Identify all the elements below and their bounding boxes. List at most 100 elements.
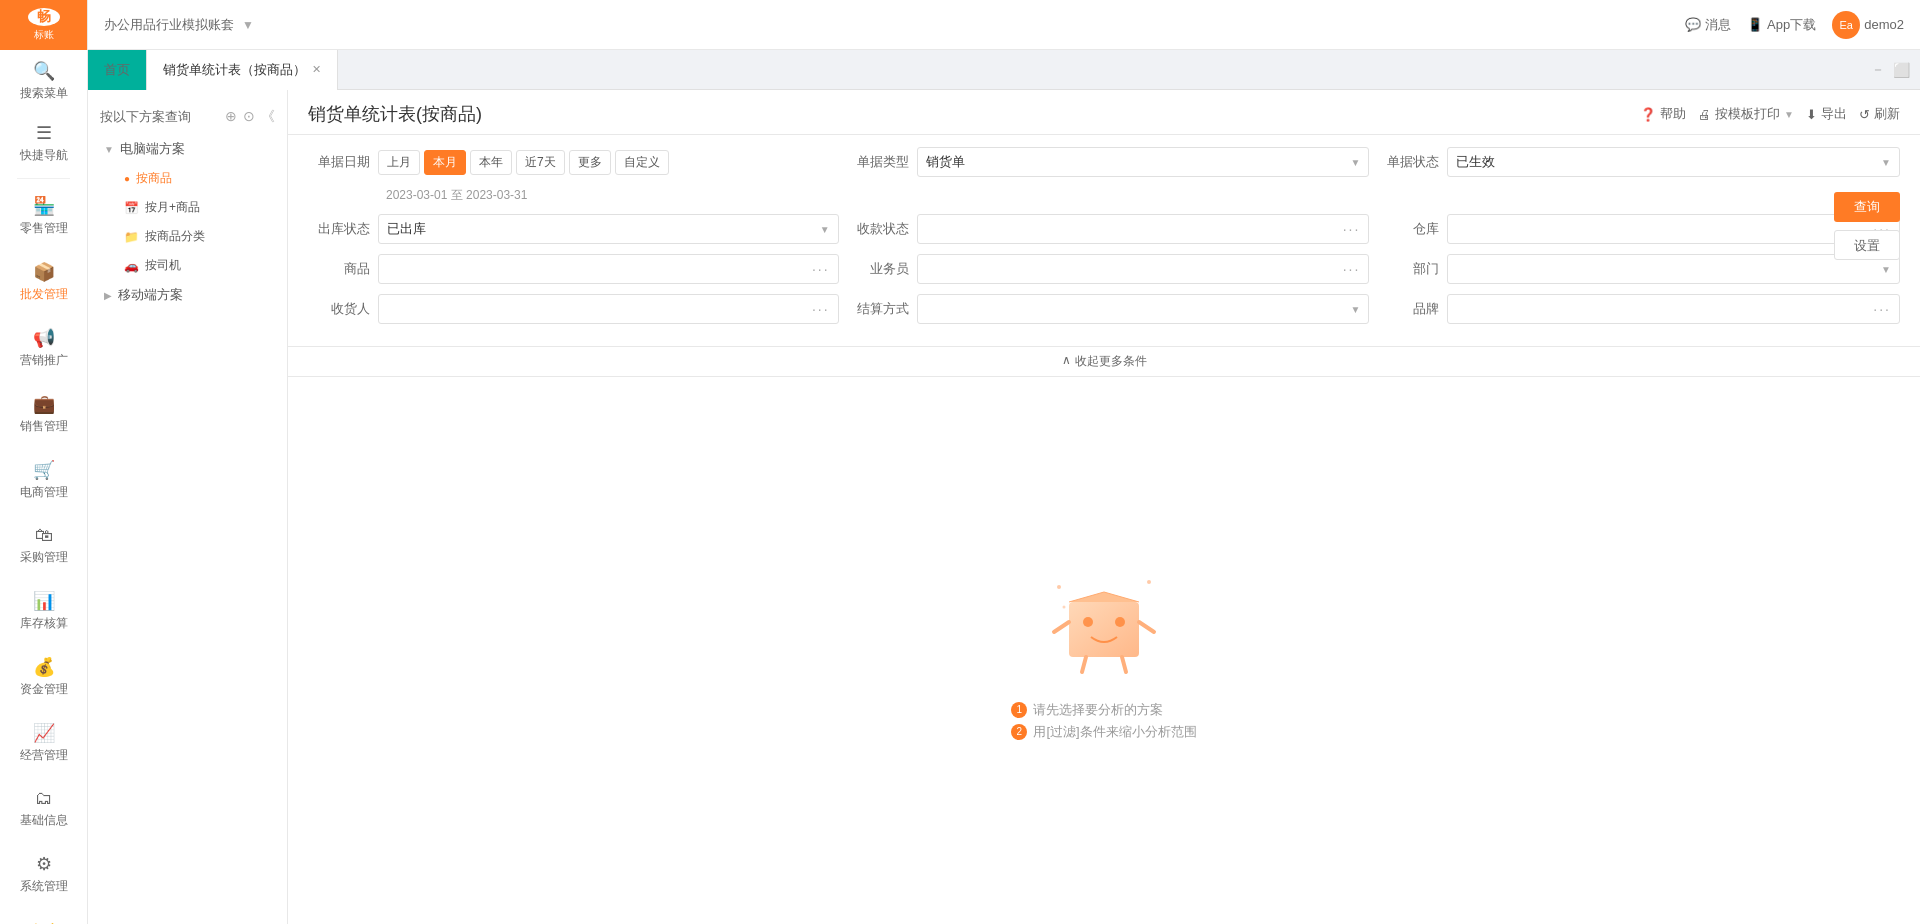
date-btn-custom[interactable]: 自定义: [615, 150, 669, 175]
panel-add-icon[interactable]: ⊕: [225, 108, 237, 126]
help-button[interactable]: ❓ 帮助: [1640, 105, 1686, 123]
tab-report[interactable]: 销货单统计表（按商品） ✕: [147, 50, 338, 90]
search-icon: 🔍: [33, 60, 55, 82]
panel-collapse-icon[interactable]: 《: [261, 108, 275, 126]
sidebar-item-ecom[interactable]: 🛒 电商管理: [0, 447, 87, 513]
sidebar-item-nav[interactable]: ☰ 快捷导航: [0, 112, 87, 174]
sidebar-item-marketing[interactable]: 📢 营销推广: [0, 315, 87, 381]
sidebar-item-base-label: 基础信息: [20, 812, 68, 829]
user-area[interactable]: Ea demo2: [1832, 11, 1904, 39]
receiver-select[interactable]: ···: [378, 294, 839, 324]
date-btn-this-month[interactable]: 本月: [424, 150, 466, 175]
salesperson-select[interactable]: ···: [917, 254, 1370, 284]
settings-button[interactable]: 设置: [1834, 230, 1900, 260]
sidebar-item-stock[interactable]: 📊 库存核算: [0, 578, 87, 644]
app-download-button[interactable]: 📱 App下载: [1747, 16, 1816, 34]
panel-settings-icon[interactable]: ⊙: [243, 108, 255, 126]
tree-item-by-month-product[interactable]: 📅 按月+商品: [108, 193, 287, 222]
tab-report-close-icon[interactable]: ✕: [312, 63, 321, 76]
sidebar-item-wholesale[interactable]: 📦 批发管理: [0, 249, 87, 315]
sidebar-item-stock-label: 库存核算: [20, 615, 68, 632]
filter-col-salesperson: 业务员 ···: [839, 254, 1370, 284]
payment-dots-icon: ···: [1343, 221, 1361, 237]
retail-icon: 🏪: [33, 195, 55, 217]
sidebar-item-finance[interactable]: 💰 资金管理: [0, 644, 87, 710]
tree-label-by-month-product: 按月+商品: [145, 199, 200, 216]
brand-select[interactable]: ···: [1447, 294, 1900, 324]
tree-item-mobile[interactable]: ▶ 移动端方案: [88, 280, 287, 310]
svg-point-8: [1147, 580, 1151, 584]
tree-item-pc[interactable]: ▼ 电脑端方案: [88, 134, 287, 164]
tree-item-by-category[interactable]: 📁 按商品分类: [108, 222, 287, 251]
tree: ▼ 电脑端方案 ● 按商品 📅 按月+商品 📁 按商品分类: [88, 134, 287, 310]
print-icon: 🖨: [1698, 107, 1711, 122]
goods-select[interactable]: ···: [378, 254, 839, 284]
system-icon: ⚙: [36, 853, 52, 875]
department-label: 部门: [1377, 260, 1447, 278]
filter-col-type: 单据类型 销货单 ▼: [839, 147, 1370, 177]
message-button[interactable]: 💬 消息: [1685, 16, 1731, 34]
filter-row-1: 单据日期 上月 本月 本年 近7天 更多 自定义 单据类型: [308, 147, 1900, 177]
tree-arrow-mobile: ▶: [104, 290, 112, 301]
query-button[interactable]: 查询: [1834, 192, 1900, 222]
filter-col-receiver: 收货人 ···: [308, 294, 839, 324]
filter-col-payment: 收款状态 ···: [839, 214, 1370, 244]
status-label: 单据状态: [1377, 153, 1447, 171]
sidebar-divider-1: [17, 178, 69, 179]
refresh-button[interactable]: ↺ 刷新: [1859, 105, 1900, 123]
sidebar-item-operation[interactable]: 📈 经营管理: [0, 710, 87, 776]
sidebar-item-search[interactable]: 🔍 搜索菜单: [0, 50, 87, 112]
sidebar-item-system[interactable]: ⚙ 系统管理: [0, 841, 87, 907]
outbound-select[interactable]: 已出库 ▼: [378, 214, 839, 244]
right-panel: 销货单统计表(按商品) ❓ 帮助 🖨 按模板打印 ▼ ⬇ 导出: [288, 90, 1920, 924]
export-label: 导出: [1821, 105, 1847, 123]
date-btn-last-month[interactable]: 上月: [378, 150, 420, 175]
tree-item-by-product[interactable]: ● 按商品: [108, 164, 287, 193]
department-select[interactable]: ▼: [1447, 254, 1900, 284]
type-select[interactable]: 销货单 ▼: [917, 147, 1370, 177]
minimize-icon[interactable]: －: [1871, 61, 1885, 79]
filter-row-4: 收货人 ··· 结算方式 ▼ 品牌: [308, 294, 1900, 324]
date-range-row: 2023-03-01 至 2023-03-31: [308, 187, 1900, 204]
outbound-dropdown-icon: ▼: [820, 224, 830, 235]
topbar-dropdown-arrow[interactable]: ▼: [242, 18, 254, 32]
message-icon: 💬: [1685, 17, 1701, 32]
sidebar-item-search-label: 搜索菜单: [20, 85, 68, 102]
main-content: 办公用品行业模拟账套 ▼ 💬 消息 📱 App下载 Ea demo2 首页: [88, 0, 1920, 924]
topbar-left: 办公用品行业模拟账套 ▼: [104, 16, 254, 34]
payment-select[interactable]: ···: [917, 214, 1370, 244]
tree-item-by-driver[interactable]: 🚗 按司机: [108, 251, 287, 280]
goods-dots-icon: ···: [812, 261, 830, 277]
date-btn-7days[interactable]: 近7天: [516, 150, 565, 175]
sidebar-item-base[interactable]: 🗂 基础信息: [0, 776, 87, 841]
help-icon: ❓: [1640, 107, 1656, 122]
avatar-initials: Ea: [1840, 19, 1853, 31]
sidebar-item-retail[interactable]: 🏪 零售管理: [0, 183, 87, 249]
date-btn-more[interactable]: 更多: [569, 150, 611, 175]
empty-tip-2: 2 用[过滤]条件来缩小分析范围: [1011, 723, 1196, 741]
sidebar-item-operation-label: 经营管理: [20, 747, 68, 764]
maximize-icon[interactable]: ⬜: [1893, 62, 1910, 78]
logo-text: 畅: [37, 8, 51, 26]
print-button[interactable]: 🖨 按模板打印 ▼: [1698, 105, 1794, 123]
warehouse-select[interactable]: ···: [1447, 214, 1900, 244]
status-select[interactable]: 已生效 ▼: [1447, 147, 1900, 177]
tip-text-2: 用[过滤]条件来缩小分析范围: [1033, 723, 1196, 741]
avatar: Ea: [1832, 11, 1860, 39]
tip-num-2: 2: [1011, 724, 1027, 740]
status-dropdown-icon: ▼: [1881, 157, 1891, 168]
logo-area: 畅 标账: [0, 0, 87, 50]
ecom-icon: 🛒: [33, 459, 55, 481]
base-icon: 🗂: [35, 788, 53, 809]
collapse-bar[interactable]: ∧ 收起更多条件: [288, 347, 1920, 377]
tab-home[interactable]: 首页: [88, 50, 147, 90]
sidebar-item-corp[interactable]: 🤝 企业协同: [0, 907, 87, 924]
sidebar-item-sales[interactable]: 💼 销售管理: [0, 381, 87, 447]
operation-icon: 📈: [33, 722, 55, 744]
date-btn-this-year[interactable]: 本年: [470, 150, 512, 175]
tip-text-1: 请先选择要分析的方案: [1033, 701, 1163, 719]
export-button[interactable]: ⬇ 导出: [1806, 105, 1847, 123]
settlement-select[interactable]: ▼: [917, 294, 1370, 324]
empty-tip-1: 1 请先选择要分析的方案: [1011, 701, 1196, 719]
sidebar-item-purchase[interactable]: 🛍 采购管理: [0, 513, 87, 578]
